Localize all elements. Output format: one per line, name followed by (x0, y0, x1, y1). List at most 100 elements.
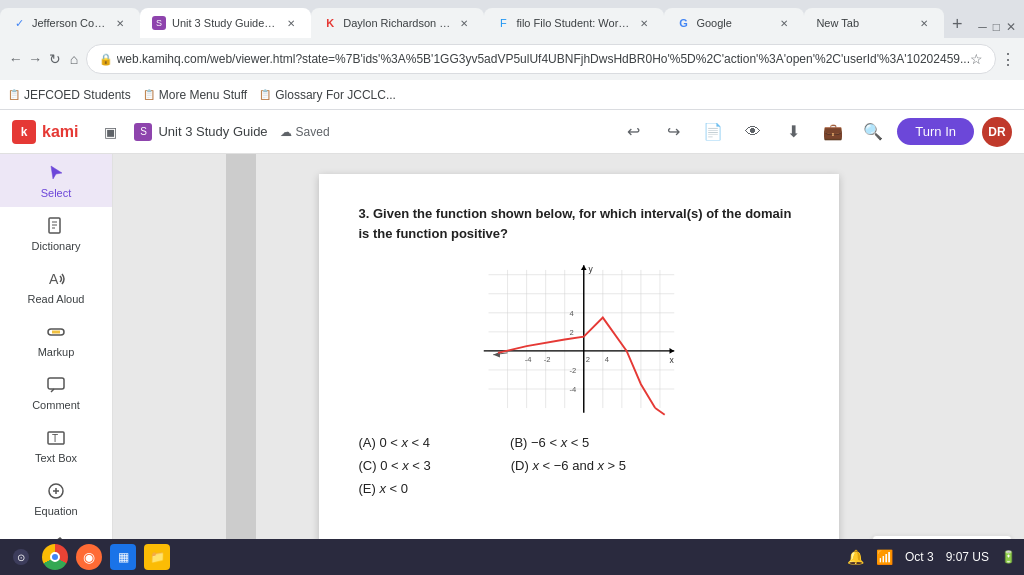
kami-logo[interactable]: k kami (12, 120, 78, 144)
taskbar-chrome-icon[interactable] (42, 544, 68, 570)
home-button[interactable]: ⌂ (66, 45, 81, 73)
redo-button[interactable]: ↪ (657, 116, 689, 148)
answer-row-1: (A) 0 < x < 4 (B) −6 < x < 5 (359, 435, 799, 450)
reload-button[interactable]: ↻ (47, 45, 62, 73)
undo-button[interactable]: ↩ (617, 116, 649, 148)
tab-title-3: Daylon Richardson - U... (343, 17, 450, 29)
tab-new[interactable]: New Tab ✕ (804, 8, 944, 38)
svg-text:x: x (669, 355, 674, 365)
tab-close-4[interactable]: ✕ (636, 15, 652, 31)
tab-daylon[interactable]: K Daylon Richardson - U... ✕ (311, 8, 484, 38)
question-text: 3. Given the function shown below, for w… (359, 204, 799, 243)
tab-close-5[interactable]: ✕ (776, 15, 792, 31)
sidebar-item-markup[interactable]: Markup (0, 313, 112, 366)
answer-row-2: (C) 0 < x < 3 (D) x < −6 and x > 5 (359, 458, 799, 473)
tab-google[interactable]: G Google ✕ (664, 8, 804, 38)
taskbar-app2-icon[interactable]: ◉ (76, 544, 102, 570)
sidebar-item-dictionary[interactable]: Dictionary (0, 207, 112, 260)
sidebar-item-read-aloud[interactable]: A Read Aloud (0, 260, 112, 313)
saved-indicator: ☁ Saved (280, 125, 330, 139)
address-bar[interactable]: 🔒 web.kamihq.com/web/viewer.html?state=%… (86, 44, 996, 74)
tab-close-3[interactable]: ✕ (456, 15, 472, 31)
tab-title-6: New Tab (816, 17, 910, 29)
tab-close-6[interactable]: ✕ (916, 15, 932, 31)
tab-close-2[interactable]: ✕ (283, 15, 299, 31)
content-area[interactable]: 3. Given the function shown below, for w… (113, 154, 1024, 575)
time-display: 9:07 US (946, 550, 989, 564)
taskbar-files-icon[interactable]: 📁 (144, 544, 170, 570)
svg-text:T: T (52, 433, 58, 444)
tab-title-1: Jefferson County (32, 17, 106, 29)
svg-marker-37 (669, 348, 674, 354)
svg-text:-4: -4 (524, 355, 532, 364)
svg-text:-2: -2 (543, 355, 550, 364)
bookmark-label-1: JEFCOED Students (24, 88, 131, 102)
sidebar-item-text-box[interactable]: T Text Box (0, 419, 112, 472)
tab-title-2: Unit 3 Study Guide | S... (172, 17, 277, 29)
taskbar-app3-icon[interactable]: ▦ (110, 544, 136, 570)
notes-button[interactable]: 📄 (697, 116, 729, 148)
toolbar-right: ↩ ↪ 📄 👁 ⬇ 💼 🔍 Turn In DR (617, 116, 1012, 148)
extensions-button[interactable]: ⋮ (1000, 45, 1016, 73)
notification-icon: 🔔 (847, 549, 864, 565)
main-layout: Select Dictionary A Read Aloud Markup Co… (0, 154, 1024, 575)
sidebar-label-comment: Comment (32, 399, 80, 411)
close-button[interactable]: ✕ (1006, 20, 1016, 34)
doc-type-icon: S (134, 123, 152, 141)
tab-filo[interactable]: F filo Filo Student: World's ... ✕ (484, 8, 664, 38)
svg-text:y: y (588, 264, 593, 274)
briefcase-button[interactable]: 💼 (817, 116, 849, 148)
tab-jefferson-county[interactable]: ✓ Jefferson County ✕ (0, 8, 140, 38)
bookmark-jefcoed[interactable]: 📋 JEFCOED Students (8, 88, 131, 102)
document-page: 3. Given the function shown below, for w… (319, 174, 839, 574)
answer-row-3: (E) x < 0 (359, 481, 799, 496)
sidebar-item-equation[interactable]: Equation (0, 472, 112, 525)
answer-c: (C) 0 < x < 3 (359, 458, 431, 473)
sidebar: Select Dictionary A Read Aloud Markup Co… (0, 154, 113, 575)
download-button[interactable]: ⬇ (777, 116, 809, 148)
left-margin (226, 154, 256, 575)
select-icon (45, 162, 67, 184)
sidebar-item-comment[interactable]: Comment (0, 366, 112, 419)
kami-toolbar: k kami ▣ S Unit 3 Study Guide ☁ Saved ↩ … (0, 110, 1024, 154)
bookmarks-bar: 📋 JEFCOED Students 📋 More Menu Stuff 📋 G… (0, 80, 1024, 110)
text-box-icon: T (45, 427, 67, 449)
svg-rect-7 (48, 378, 64, 389)
forward-button[interactable]: → (27, 45, 42, 73)
kami-wordmark: kami (42, 123, 78, 141)
kami-logo-icon: k (12, 120, 36, 144)
avatar[interactable]: DR (982, 117, 1012, 147)
maximize-button[interactable]: □ (993, 20, 1000, 34)
nav-bar: ← → ↻ ⌂ 🔒 web.kamihq.com/web/viewer.html… (0, 38, 1024, 80)
bookmark-more-menu[interactable]: 📋 More Menu Stuff (143, 88, 248, 102)
tab-close-1[interactable]: ✕ (112, 15, 128, 31)
svg-text:⊙: ⊙ (17, 552, 25, 563)
sidebar-label-dictionary: Dictionary (32, 240, 81, 252)
taskbar: ⊙ ◉ ▦ 📁 🔔 📶 Oct 3 9:07 US 🔋 (0, 539, 1024, 575)
graph-container: x y -4 -2 2 4 2 4 -2 -4 (479, 259, 679, 419)
minimize-button[interactable]: ─ (978, 20, 987, 34)
doc-title-text: Unit 3 Study Guide (158, 124, 267, 139)
equation-icon (45, 480, 67, 502)
turn-in-button[interactable]: Turn In (897, 118, 974, 145)
doc-title-area: S Unit 3 Study Guide (134, 123, 267, 141)
tab-study-guide[interactable]: S Unit 3 Study Guide | S... ✕ (140, 8, 311, 38)
battery-icon: 🔋 (1001, 550, 1016, 564)
tab-title-5: Google (696, 17, 770, 29)
saved-label: Saved (296, 125, 330, 139)
tab-bar: ✓ Jefferson County ✕ S Unit 3 Study Guid… (0, 0, 1024, 38)
svg-marker-38 (580, 265, 586, 270)
back-button[interactable]: ← (8, 45, 23, 73)
sidebar-item-select[interactable]: Select (0, 154, 112, 207)
tab-favicon-5: G (676, 16, 690, 30)
bookmark-glossary[interactable]: 📋 Glossary For JCCLC... (259, 88, 396, 102)
new-tab-button[interactable]: + (944, 10, 970, 38)
answer-choices: (A) 0 < x < 4 (B) −6 < x < 5 (C) 0 < x <… (359, 435, 799, 496)
tab-title-4: filo Filo Student: World's ... (516, 17, 630, 29)
view-button[interactable]: 👁 (737, 116, 769, 148)
taskbar-start-icon[interactable]: ⊙ (8, 544, 34, 570)
address-text: web.kamihq.com/web/viewer.html?state=%7B… (117, 52, 970, 66)
search-button[interactable]: 🔍 (857, 116, 889, 148)
doc-view-toggle[interactable]: ▣ (94, 116, 126, 148)
jefcoed-icon: 📋 (8, 89, 20, 100)
